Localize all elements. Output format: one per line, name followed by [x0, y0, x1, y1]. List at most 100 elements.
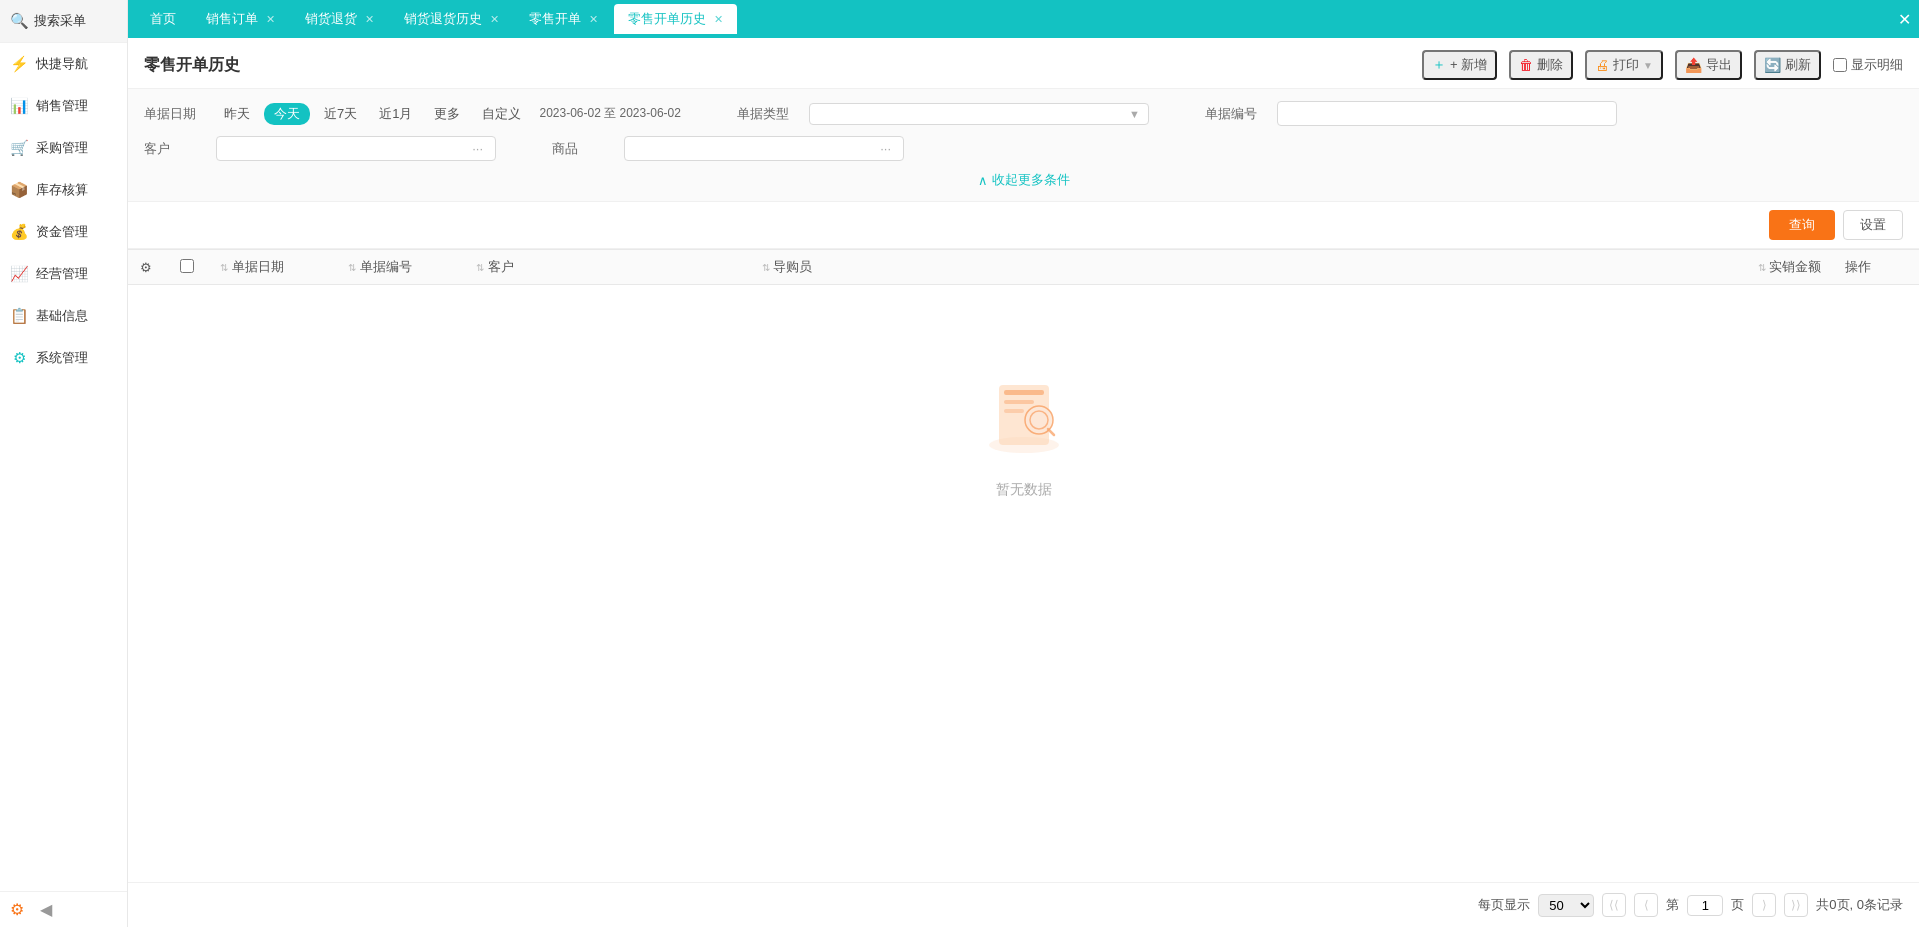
delete-label: 删除 [1537, 56, 1563, 74]
sidebar-item-quick-nav[interactable]: ⚡ 快捷导航 [0, 43, 127, 85]
display-toggle[interactable]: 显示明细 [1833, 56, 1903, 74]
th-amount-label: 实销金额 [1769, 259, 1821, 274]
th-guide-sort-icon: ⇅ [762, 262, 770, 273]
sidebar-item-label: 系统管理 [36, 349, 88, 367]
window-close-btn[interactable]: ✕ [1898, 10, 1911, 29]
quick-nav-icon: ⚡ [10, 55, 28, 73]
sidebar-item-label: 快捷导航 [36, 55, 88, 73]
sys-mgmt-icon: ⚙ [10, 349, 28, 367]
doc-type-select[interactable]: ▼ [809, 103, 1149, 125]
sidebar-search-label: 搜索采单 [34, 12, 86, 30]
query-button[interactable]: 查询 [1769, 210, 1835, 240]
collapse-sidebar-icon[interactable]: ◀ [40, 900, 52, 919]
tab-retail-open-close[interactable]: ✕ [589, 13, 598, 26]
page-next-btn[interactable]: ⟩ [1752, 893, 1776, 917]
product-dots[interactable]: ··· [876, 141, 895, 156]
th-guide[interactable]: ⇅ 导购员 [748, 250, 977, 285]
page-first-btn[interactable]: ⟨⟨ [1602, 893, 1626, 917]
tab-sales-return-close[interactable]: ✕ [365, 13, 374, 26]
tab-retail-open-label: 零售开单 [529, 10, 581, 28]
sidebar-item-sys-mgmt[interactable]: ⚙ 系统管理 [0, 337, 127, 379]
export-button[interactable]: 📤 导出 [1675, 50, 1742, 80]
tab-retail-open[interactable]: 零售开单 ✕ [515, 4, 612, 34]
th-guide-label: 导购员 [773, 259, 812, 274]
delete-icon: 🗑 [1519, 57, 1533, 73]
export-label: 导出 [1706, 56, 1732, 74]
page-info: 共0页, 0条记录 [1816, 896, 1903, 914]
page-input[interactable] [1687, 895, 1723, 916]
page-title: 零售开单历史 [144, 55, 240, 76]
base-info-icon: 📋 [10, 307, 28, 325]
date-btn-today[interactable]: 今天 [264, 103, 310, 125]
top-nav: 首页 销售订单 ✕ 销货退货 ✕ 销货退货历史 ✕ 零售开单 ✕ 零售开单历史 … [128, 0, 1919, 38]
add-button[interactable]: ＋ + 新增 [1422, 50, 1497, 80]
empty-state: 暂无数据 [128, 285, 1919, 559]
select-all-checkbox[interactable] [180, 259, 194, 273]
sidebar-search[interactable]: 🔍 搜索采单 [0, 0, 127, 43]
date-btn-yesterday[interactable]: 昨天 [216, 103, 258, 125]
th-date-label: 单据日期 [232, 259, 284, 274]
settings-bottom-icon[interactable]: ⚙ [10, 900, 24, 919]
tab-retail-open-history-close[interactable]: ✕ [714, 13, 723, 26]
purchase-mgmt-icon: 🛒 [10, 139, 28, 157]
pagination: 每页显示 50 20 100 ⟨⟨ ⟨ 第 页 ⟩ ⟩⟩ 共0页, 0条记录 [128, 882, 1919, 927]
tab-retail-open-history-label: 零售开单历史 [628, 10, 706, 28]
display-toggle-checkbox[interactable] [1833, 58, 1847, 72]
sidebar-item-finance[interactable]: 💰 资金管理 [0, 211, 127, 253]
sidebar-item-operations[interactable]: 📈 经营管理 [0, 253, 127, 295]
collapse-up-icon: ∧ [978, 173, 988, 188]
action-btn-row: 查询 设置 [128, 202, 1919, 249]
th-settings[interactable]: ⚙ [128, 250, 168, 285]
tab-sales-return-history-close[interactable]: ✕ [490, 13, 499, 26]
empty-row: 暂无数据 [128, 285, 1919, 560]
collapse-bar[interactable]: ∧ 收起更多条件 [144, 171, 1903, 189]
sidebar-item-label: 基础信息 [36, 307, 88, 325]
tab-sales-return[interactable]: 销货退货 ✕ [291, 4, 388, 34]
th-no[interactable]: ⇅ 单据编号 [334, 250, 462, 285]
date-btn-custom[interactable]: 自定义 [474, 103, 529, 125]
per-page-select[interactable]: 50 20 100 [1538, 894, 1594, 917]
tab-home[interactable]: 首页 [136, 4, 190, 34]
table-settings-icon[interactable]: ⚙ [140, 260, 152, 275]
page-of: 页 [1731, 896, 1744, 914]
tab-retail-open-history[interactable]: 零售开单历史 ✕ [614, 4, 737, 34]
print-icon: 🖨 [1595, 57, 1609, 73]
doc-type-arrow-icon: ▼ [1129, 108, 1140, 120]
tab-sales-order-close[interactable]: ✕ [266, 13, 275, 26]
refresh-icon: 🔄 [1764, 57, 1781, 73]
sidebar-item-base-info[interactable]: 📋 基础信息 [0, 295, 127, 337]
print-label: 打印 [1613, 56, 1639, 74]
doc-type-filter-label: 单据类型 [737, 105, 793, 123]
tab-sales-order-label: 销售订单 [206, 10, 258, 28]
th-amount[interactable]: ⇅ 实销金额 [976, 250, 1833, 285]
tab-sales-return-history[interactable]: 销货退货历史 ✕ [390, 4, 513, 34]
refresh-label: 刷新 [1785, 56, 1811, 74]
add-label: + 新增 [1450, 56, 1487, 74]
doc-no-input[interactable] [1277, 101, 1617, 126]
date-filter-label: 单据日期 [144, 105, 200, 123]
export-icon: 📤 [1685, 57, 1702, 73]
table-area: ⚙ ⇅ 单据日期 ⇅ 单据编号 [128, 249, 1919, 882]
sidebar: 🔍 搜索采单 ⚡ 快捷导航 📊 销售管理 🛒 采购管理 📦 库存核算 💰 资金管… [0, 0, 128, 927]
date-btn-more[interactable]: 更多 [426, 103, 468, 125]
sidebar-item-label: 销售管理 [36, 97, 88, 115]
refresh-button[interactable]: 🔄 刷新 [1754, 50, 1821, 80]
tab-sales-order[interactable]: 销售订单 ✕ [192, 4, 289, 34]
sidebar-item-purchase-mgmt[interactable]: 🛒 采购管理 [0, 127, 127, 169]
settings-button[interactable]: 设置 [1843, 210, 1903, 240]
page-prev-btn[interactable]: ⟨ [1634, 893, 1658, 917]
sidebar-item-sales-mgmt[interactable]: 📊 销售管理 [0, 85, 127, 127]
th-date[interactable]: ⇅ 单据日期 [206, 250, 334, 285]
sidebar-item-inventory[interactable]: 📦 库存核算 [0, 169, 127, 211]
date-btn-last1month[interactable]: 近1月 [371, 103, 420, 125]
search-icon: 🔍 [10, 12, 28, 30]
th-customer[interactable]: ⇅ 客户 [462, 250, 748, 285]
th-date-sort-icon: ⇅ [220, 262, 228, 273]
delete-button[interactable]: 🗑 删除 [1509, 50, 1573, 80]
customer-dots[interactable]: ··· [468, 141, 487, 156]
page-last-btn[interactable]: ⟩⟩ [1784, 893, 1808, 917]
finance-icon: 💰 [10, 223, 28, 241]
toolbar: ＋ + 新增 🗑 删除 🖨 打印 ▼ 📤 导出 🔄 [1422, 50, 1903, 80]
print-button[interactable]: 🖨 打印 ▼ [1585, 50, 1663, 80]
date-btn-last7[interactable]: 近7天 [316, 103, 365, 125]
